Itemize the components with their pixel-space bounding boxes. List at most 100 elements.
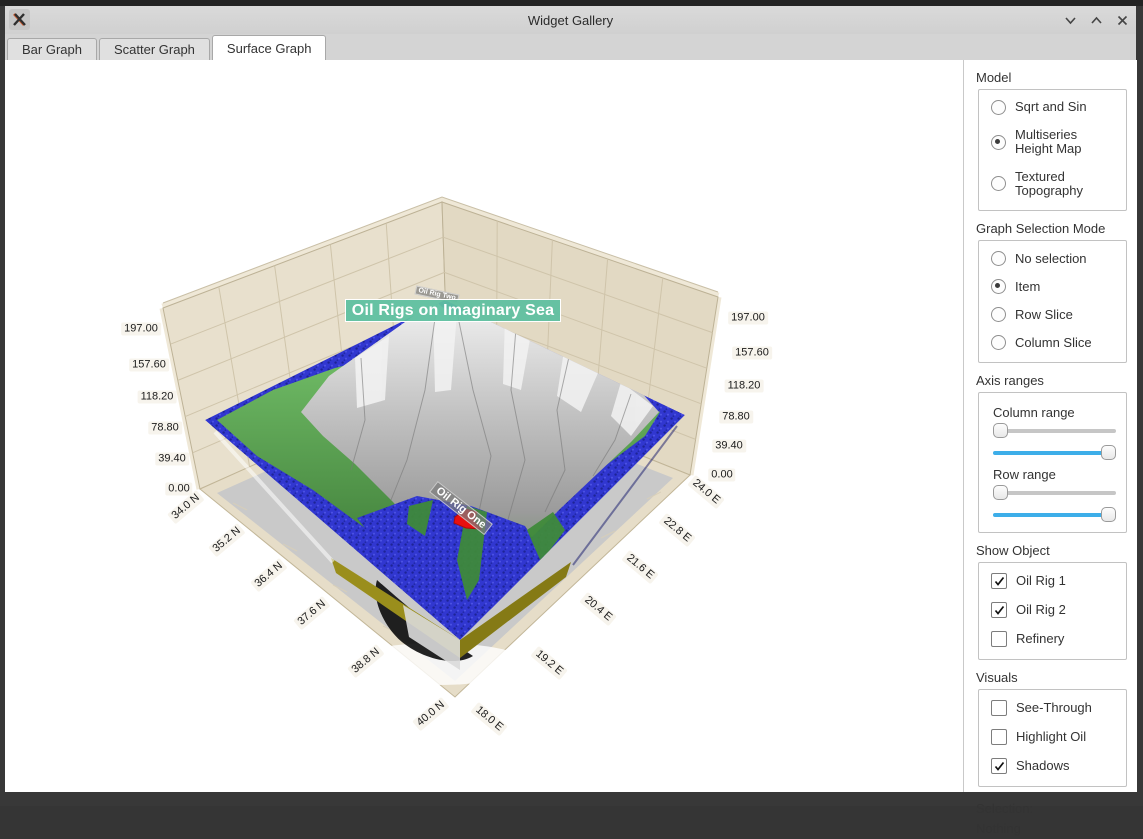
axis-ranges-group: Column range Row range: [978, 392, 1127, 533]
altitude-tick-right: 157.60: [732, 347, 772, 360]
radio-row-slice[interactable]: Row Slice: [991, 307, 1118, 322]
window-frame: Widget Gallery Bar Graph Scatter Graph S…: [0, 0, 1143, 806]
show-object-group: Oil Rig 1 Oil Rig 2 Refinery: [978, 562, 1127, 660]
tab-bar: Bar Graph Scatter Graph Surface Graph: [5, 34, 1136, 60]
checkbox-icon[interactable]: [991, 631, 1007, 647]
altitude-tick-right: 197.00: [728, 312, 768, 325]
tab-scatter-graph-label: Scatter Graph: [114, 42, 195, 57]
chevron-up-icon: [1090, 14, 1103, 27]
radio-textured-topography[interactable]: Textured Topography: [991, 170, 1118, 199]
slider-track-filled[interactable]: [993, 513, 1116, 517]
altitude-tick-left: 0.00: [165, 483, 192, 496]
window-title: Widget Gallery: [5, 13, 1136, 28]
radio-column-slice[interactable]: Column Slice: [991, 335, 1118, 350]
maximize-button[interactable]: [1088, 12, 1104, 28]
tab-bar-graph-label: Bar Graph: [22, 42, 82, 57]
check-icon: [994, 605, 1005, 616]
checkbox-label: Refinery: [1016, 632, 1064, 646]
altitude-tick-right: 78.80: [719, 411, 753, 424]
checkbox-label: Shadows: [1016, 759, 1069, 773]
checkbox-icon-checked[interactable]: [991, 602, 1007, 618]
checkbox-label: Oil Rig 1: [1016, 574, 1066, 588]
column-range-label: Column range: [993, 405, 1116, 420]
slider-handle[interactable]: [993, 485, 1008, 500]
radio-label: Sqrt and Sin: [1015, 100, 1087, 114]
radio-icon[interactable]: [991, 335, 1006, 350]
selection-mode-group-label: Graph Selection Mode: [976, 221, 1137, 236]
model-group: Sqrt and Sin Multiseries Height Map Text…: [978, 89, 1127, 211]
radio-label: Textured Topography: [1015, 170, 1118, 199]
row-range-min-slider[interactable]: [993, 485, 1116, 500]
radio-label: Item: [1015, 280, 1040, 294]
checkbox-refinery[interactable]: Refinery: [991, 631, 1118, 647]
radio-icon-checked[interactable]: [991, 279, 1006, 294]
radio-icon[interactable]: [991, 251, 1006, 266]
slider-handle[interactable]: [1101, 445, 1116, 460]
altitude-tick-left: 197.00: [121, 323, 161, 336]
selection-value: Nothing: [976, 819, 1137, 839]
slider-handle[interactable]: [1101, 507, 1116, 522]
slider-track[interactable]: [993, 491, 1116, 495]
chart-title: Oil Rigs on Imaginary Sea: [345, 299, 561, 322]
checkbox-oil-rig-1[interactable]: Oil Rig 1: [991, 573, 1118, 589]
radio-label: Column Slice: [1015, 336, 1092, 350]
selection-label: Selection:: [976, 799, 1137, 819]
altitude-tick-left: 39.40: [155, 453, 189, 466]
checkbox-icon-checked[interactable]: [991, 573, 1007, 589]
altitude-tick-right: 0.00: [708, 469, 735, 482]
slider-track[interactable]: [993, 429, 1116, 433]
altitude-tick-left: 118.20: [138, 391, 177, 404]
radio-multiseries-height-map[interactable]: Multiseries Height Map: [991, 128, 1118, 157]
column-range-min-slider[interactable]: [993, 423, 1116, 438]
show-object-group-label: Show Object: [976, 543, 1137, 558]
close-button[interactable]: [1114, 12, 1130, 28]
tab-scatter-graph[interactable]: Scatter Graph: [99, 38, 210, 60]
radio-icon[interactable]: [991, 176, 1006, 191]
control-panel: Model Sqrt and Sin Multiseries Height Ma…: [963, 60, 1137, 792]
radio-label: Multiseries Height Map: [1015, 128, 1118, 157]
altitude-tick-left: 157.60: [129, 359, 169, 372]
slider-handle[interactable]: [993, 423, 1008, 438]
checkbox-see-through[interactable]: See-Through: [991, 700, 1118, 716]
checkbox-highlight-oil[interactable]: Highlight Oil: [991, 729, 1118, 745]
tab-surface-graph-label: Surface Graph: [227, 41, 312, 56]
surface-graph-page: Oil Rig Two Oil Rigs on Imaginary Sea Oi…: [5, 60, 1136, 792]
radio-icon[interactable]: [991, 307, 1006, 322]
altitude-tick-right: 39.40: [712, 440, 746, 453]
checkbox-icon-checked[interactable]: [991, 758, 1007, 774]
altitude-tick-left: 78.80: [148, 422, 182, 435]
row-range-max-slider[interactable]: [993, 507, 1116, 522]
altitude-tick-right: 118.20: [725, 380, 764, 393]
minimize-button[interactable]: [1062, 12, 1078, 28]
surface-3d-chart[interactable]: Oil Rig Two Oil Rigs on Imaginary Sea Oi…: [5, 60, 960, 792]
checkbox-icon[interactable]: [991, 729, 1007, 745]
radio-label: No selection: [1015, 252, 1087, 266]
radio-item[interactable]: Item: [991, 279, 1118, 294]
checkbox-icon[interactable]: [991, 700, 1007, 716]
titlebar[interactable]: Widget Gallery: [5, 6, 1136, 34]
tab-surface-graph[interactable]: Surface Graph: [212, 35, 327, 60]
checkbox-label: See-Through: [1016, 701, 1092, 715]
radio-sqrt-and-sin[interactable]: Sqrt and Sin: [991, 100, 1118, 115]
checkbox-label: Oil Rig 2: [1016, 603, 1066, 617]
checkbox-shadows[interactable]: Shadows: [991, 758, 1118, 774]
column-range-max-slider[interactable]: [993, 445, 1116, 460]
row-range-label: Row range: [993, 467, 1116, 482]
checkbox-oil-rig-2[interactable]: Oil Rig 2: [991, 602, 1118, 618]
check-icon: [994, 761, 1005, 772]
radio-no-selection[interactable]: No selection: [991, 251, 1118, 266]
visuals-group-label: Visuals: [976, 670, 1137, 685]
app-icon: [9, 9, 30, 30]
checkbox-label: Highlight Oil: [1016, 730, 1086, 744]
visuals-group: See-Through Highlight Oil Shadows: [978, 689, 1127, 787]
x11-logo-icon: [12, 12, 27, 27]
tab-bar-graph[interactable]: Bar Graph: [7, 38, 97, 60]
selection-mode-group: No selection Item Row Slice Column Slice: [978, 240, 1127, 363]
slider-track-filled[interactable]: [993, 451, 1116, 455]
radio-icon[interactable]: [991, 100, 1006, 115]
radio-label: Row Slice: [1015, 308, 1073, 322]
radio-icon-checked[interactable]: [991, 135, 1006, 150]
model-group-label: Model: [976, 70, 1137, 85]
chevron-down-icon: [1064, 14, 1077, 27]
axis-ranges-group-label: Axis ranges: [976, 373, 1137, 388]
